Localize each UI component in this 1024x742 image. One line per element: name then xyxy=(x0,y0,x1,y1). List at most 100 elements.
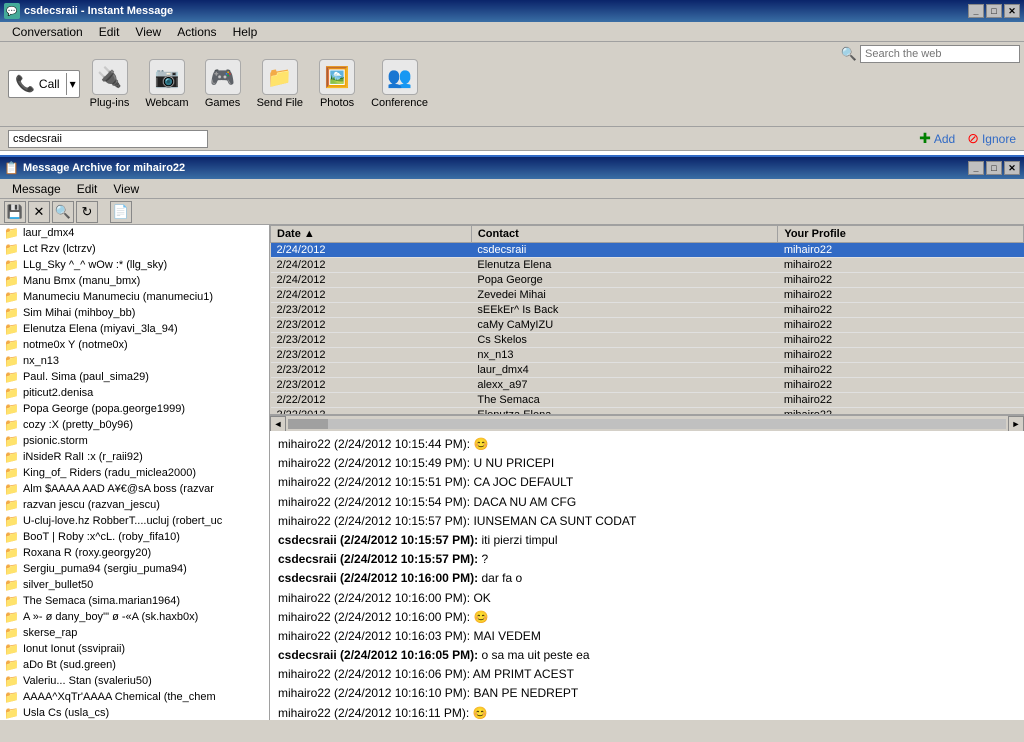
contact-list-item[interactable]: 📁U-cluj-love.hz RobberT....ucluj (robert… xyxy=(0,513,269,529)
menu-edit[interactable]: Edit xyxy=(91,23,128,41)
contact-input[interactable] xyxy=(8,130,208,148)
contact-list-item[interactable]: 📁Manu Bmx (manu_bmx) xyxy=(0,273,269,289)
contact-list-item[interactable]: 📁Roxana R (roxy.georgy20) xyxy=(0,545,269,561)
contact-list-item[interactable]: 📁A »- ø dany_boy'" ø -«A (sk.haxb0x) xyxy=(0,609,269,625)
message-text: AM PRIMT ACEST xyxy=(473,667,574,681)
col-date[interactable]: Date ▲ xyxy=(271,226,472,243)
contact-list-item[interactable]: 📁Alm $AAAA AAD A¥€@sA boss (razvar xyxy=(0,481,269,497)
chat-line: mihairo22 (2/24/2012 10:16:06 PM): AM PR… xyxy=(278,665,1016,684)
contact-list-item[interactable]: 📁nx_n13 xyxy=(0,353,269,369)
menu-actions[interactable]: Actions xyxy=(169,23,224,41)
archive-menu-message[interactable]: Message xyxy=(4,180,69,198)
folder-icon: 📁 xyxy=(4,674,19,688)
contact-list-item[interactable]: 📁laur_dmx4 xyxy=(0,225,269,241)
save-button[interactable]: 💾 xyxy=(4,201,26,223)
scroll-right-button[interactable]: ► xyxy=(1008,416,1024,432)
archive-close-button[interactable]: ✕ xyxy=(1004,161,1020,175)
archive-menu-edit[interactable]: Edit xyxy=(69,180,106,198)
contact-list-item[interactable]: 📁cozy :X (pretty_b0y96) xyxy=(0,417,269,433)
archive-toolbar: 💾 ✕ 🔍 ↻ 📄 xyxy=(0,199,1024,225)
table-row[interactable]: 2/23/2012caMy CaMyIZUmihairo22 xyxy=(271,318,1024,333)
contact-list-item[interactable]: 📁Sim Mihai (mihboy_bb) xyxy=(0,305,269,321)
sender-name: mihairo22 (2/24/2012 10:15:51 PM): xyxy=(278,475,470,489)
message-text: BAN PE NEDREPT xyxy=(473,686,578,700)
delete-button[interactable]: ✕ xyxy=(28,201,50,223)
table-row[interactable]: 2/24/2012csdecsraiimihairo22 xyxy=(271,243,1024,258)
ignore-button[interactable]: ⊘ Ignore xyxy=(967,130,1016,147)
scroll-left-button[interactable]: ◄ xyxy=(270,416,286,432)
archive-menu-view[interactable]: View xyxy=(105,180,147,198)
table-row[interactable]: 2/24/2012Zevedei Mihaimihairo22 xyxy=(271,288,1024,303)
plug-ins-icon: 🔌 xyxy=(92,59,128,95)
archive-title: Message Archive for mihairo22 xyxy=(23,162,185,174)
menu-conversation[interactable]: Conversation xyxy=(4,23,91,41)
search-button[interactable]: 🔍 xyxy=(52,201,74,223)
message-text: 😊 xyxy=(473,437,488,451)
contact-list-item[interactable]: 📁BooT | Roby :x^cL. (roby_fifa10) xyxy=(0,529,269,545)
scroll-thumb[interactable] xyxy=(288,419,328,429)
contact-list-item[interactable]: 📁Usla Cs (usla_cs) xyxy=(0,705,269,720)
table-row[interactable]: 2/22/2012Elenutza Elenamihairo22 xyxy=(271,408,1024,416)
sender-name: mihairo22 (2/24/2012 10:16:03 PM): xyxy=(278,629,470,643)
folder-icon: 📁 xyxy=(4,578,19,592)
menu-view[interactable]: View xyxy=(127,23,169,41)
maximize-button[interactable]: □ xyxy=(986,4,1002,18)
contact-list-item[interactable]: 📁notme0x Y (notme0x) xyxy=(0,337,269,353)
close-button[interactable]: ✕ xyxy=(1004,4,1020,18)
table-row[interactable]: 2/23/2012laur_dmx4mihairo22 xyxy=(271,363,1024,378)
plug-ins-button[interactable]: 🔌 Plug-ins xyxy=(84,57,136,111)
contact-list-item[interactable]: 📁AAAA^XqTr'AAAA Chemical (the_chem xyxy=(0,689,269,705)
archive-title-buttons: _ □ ✕ xyxy=(968,161,1020,175)
contact-list-item[interactable]: 📁Elenutza Elena (miyavi_3la_94) xyxy=(0,321,269,337)
export-button[interactable]: 📄 xyxy=(110,201,132,223)
contact-list-item[interactable]: 📁piticut2.denisa xyxy=(0,385,269,401)
archive-maximize-button[interactable]: □ xyxy=(986,161,1002,175)
call-dropdown-arrow[interactable]: ▾ xyxy=(67,75,79,93)
contact-list-item[interactable]: 📁Valeriu... Stan (svaleriu50) xyxy=(0,673,269,689)
webcam-button[interactable]: 📷 Webcam xyxy=(139,57,194,111)
contact-list-item[interactable]: 📁Sergiu_puma94 (sergiu_puma94) xyxy=(0,561,269,577)
table-row[interactable]: 2/24/2012Popa Georgemihairo22 xyxy=(271,273,1024,288)
col-contact[interactable]: Contact xyxy=(471,226,777,243)
contact-list-item[interactable]: 📁iNsideR RalI :x (r_raii92) xyxy=(0,449,269,465)
table-row[interactable]: 2/24/2012Elenutza Elenamihairo22 xyxy=(271,258,1024,273)
table-row[interactable]: 2/23/2012sEEkEr^ Is Backmihairo22 xyxy=(271,303,1024,318)
contact-list-item[interactable]: 📁psionic.storm xyxy=(0,433,269,449)
contact-list-item[interactable]: 📁razvan jescu (razvan_jescu) xyxy=(0,497,269,513)
contact-list-item[interactable]: 📁aDo Bt (sud.green) xyxy=(0,657,269,673)
call-button[interactable]: 📞 Call xyxy=(9,72,66,96)
horizontal-scrollbar[interactable]: ◄ ► xyxy=(270,415,1024,431)
col-profile[interactable]: Your Profile xyxy=(778,226,1024,243)
minimize-button[interactable]: _ xyxy=(968,4,984,18)
conference-label: Conference xyxy=(371,97,428,109)
refresh-button[interactable]: ↻ xyxy=(76,201,98,223)
contact-list-item[interactable]: 📁Paul. Sima (paul_sima29) xyxy=(0,369,269,385)
contact-list-item[interactable]: 📁Lct Rzv (lctrzv) xyxy=(0,241,269,257)
folder-icon: 📁 xyxy=(4,258,19,272)
games-button[interactable]: 🎮 Games xyxy=(199,57,247,111)
contact-list-item[interactable]: 📁skerse_rap xyxy=(0,625,269,641)
table-row[interactable]: 2/23/2012alexx_a97mihairo22 xyxy=(271,378,1024,393)
menu-help[interactable]: Help xyxy=(225,23,266,41)
conference-icon: 👥 xyxy=(382,59,418,95)
archive-menu-bar: Message Edit View xyxy=(0,179,1024,199)
table-row[interactable]: 2/23/2012nx_n13mihairo22 xyxy=(271,348,1024,363)
contact-list-item[interactable]: 📁Manumeciu Manumeciu (manumeciu1) xyxy=(0,289,269,305)
archive-minimize-button[interactable]: _ xyxy=(968,161,984,175)
contact-list-item[interactable]: 📁Ionut Ionut (ssvipraii) xyxy=(0,641,269,657)
search-input[interactable] xyxy=(860,45,1020,63)
photos-button[interactable]: 🖼️ Photos xyxy=(313,57,361,111)
send-file-button[interactable]: 📁 Send File xyxy=(251,57,309,111)
conference-button[interactable]: 👥 Conference xyxy=(365,57,434,111)
folder-icon: 📁 xyxy=(4,434,19,448)
contact-list-item[interactable]: 📁The Semaca (sima.marian1964) xyxy=(0,593,269,609)
table-row[interactable]: 2/23/2012Cs Skelosmihairo22 xyxy=(271,333,1024,348)
contact-list-item[interactable]: 📁King_of_ Riders (radu_miclea2000) xyxy=(0,465,269,481)
sender-name: mihairo22 (2/24/2012 10:16:11 PM): xyxy=(278,706,469,720)
contact-list-item[interactable]: 📁silver_bullet50 xyxy=(0,577,269,593)
folder-icon: 📁 xyxy=(4,338,19,352)
contact-list-item[interactable]: 📁Popa George (popa.george1999) xyxy=(0,401,269,417)
contact-list-item[interactable]: 📁LLg_Sky ^_^ wOw :* (llg_sky) xyxy=(0,257,269,273)
table-row[interactable]: 2/22/2012The Semacamihairo22 xyxy=(271,393,1024,408)
add-button[interactable]: ✚ Add xyxy=(919,130,955,147)
